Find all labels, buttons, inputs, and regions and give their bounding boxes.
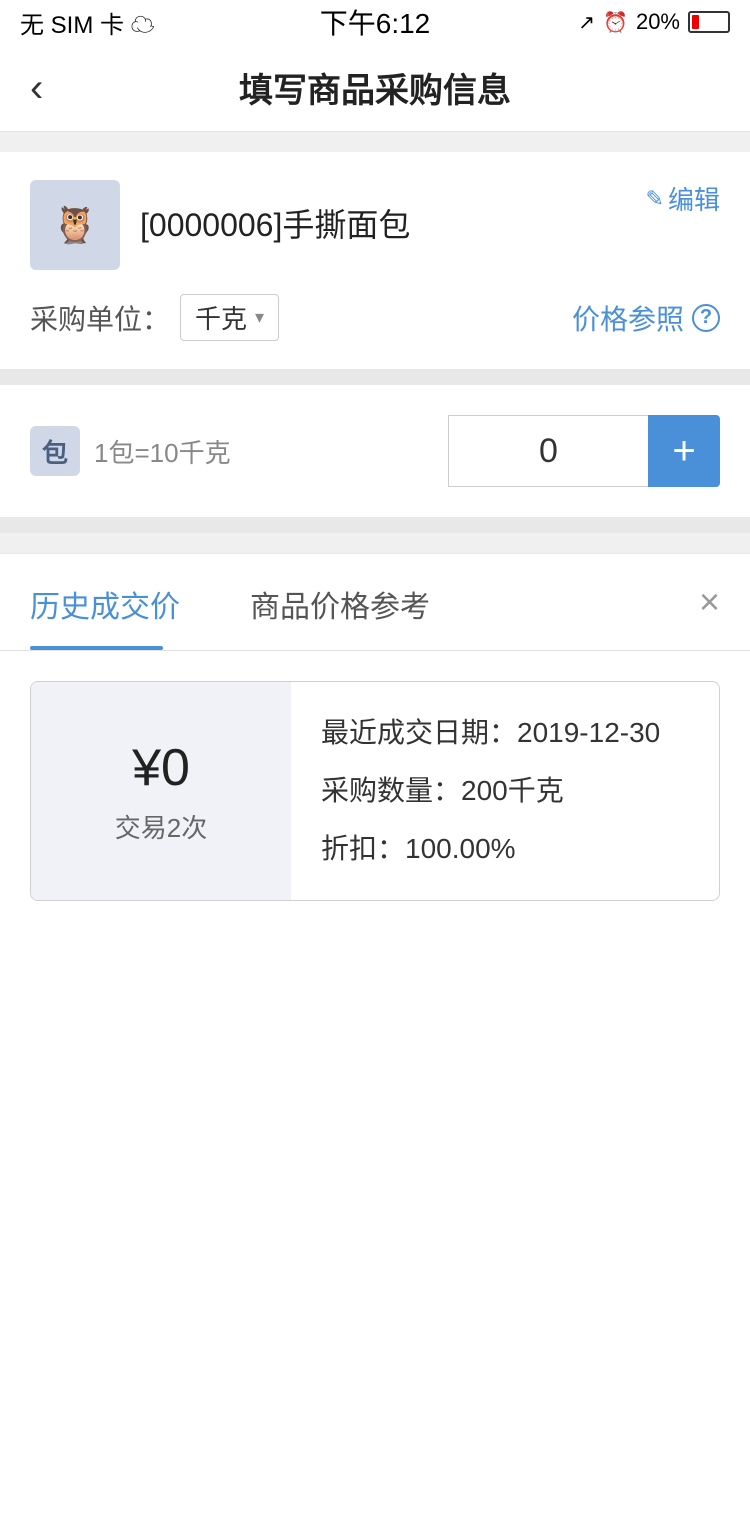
tab-close-button[interactable]: × (699, 584, 720, 620)
qty-controls: + (448, 415, 720, 487)
price-ref-label: 价格参照 (572, 298, 684, 338)
detail-qty-row: 采购数量：200千克 (321, 770, 689, 812)
product-thumbnail: 🦉 (30, 180, 120, 270)
unit-dropdown-arrow-icon: ▾ (255, 307, 264, 328)
qty-unit-text: 包 (42, 433, 68, 470)
status-right: ↗ ⏰ 20% (578, 9, 730, 35)
bottom-area (0, 931, 750, 1531)
status-time: 下午6:12 (320, 2, 431, 42)
discount-label: 折扣： (321, 833, 405, 864)
product-card: 🦉 [0000006]手撕面包 ✎ 编辑 采购单位： 千克 ▾ 价格参照 ? (0, 152, 750, 369)
history-price-card: ¥0 交易2次 最近成交日期：2019-12-30 采购数量：200千克 折扣：… (30, 681, 720, 901)
history-price-left: ¥0 交易2次 (31, 682, 291, 900)
price-number: 0 (161, 739, 190, 797)
tab-history-price-label: 历史成交价 (30, 591, 180, 624)
battery-percent: 20% (636, 9, 680, 35)
edit-icon: ✎ (646, 186, 664, 212)
alarm-icon: ⏰ (603, 10, 628, 35)
location-icon: ↗ (578, 10, 595, 35)
product-left: 🦉 [0000006]手撕面包 (30, 180, 410, 270)
edit-label: 编辑 (668, 180, 720, 217)
status-left: 无 SIM 卡 ☁ (20, 5, 155, 40)
discount-value: 100.00% (405, 833, 516, 864)
detail-date-row: 最近成交日期：2019-12-30 (321, 712, 689, 754)
qty-plus-button[interactable]: + (648, 415, 720, 487)
back-button[interactable]: ‹ (30, 68, 43, 108)
nav-bar: ‹ 填写商品采购信息 (0, 44, 750, 132)
qty-label: 采购数量： (321, 775, 461, 806)
date-value: 2019-12-30 (517, 717, 660, 748)
product-name: [0000006]手撕面包 (140, 203, 410, 248)
section-divider (0, 369, 750, 385)
battery-icon (688, 11, 730, 33)
plus-icon: + (672, 429, 695, 474)
tabs-header: 历史成交价 商品价格参考 × (0, 554, 750, 651)
tab-product-price-ref-label: 商品价格参考 (250, 591, 430, 624)
tab-product-price-ref[interactable]: 商品价格参考 (250, 554, 470, 650)
section-divider-2 (0, 517, 750, 533)
unit-value: 千克 (195, 299, 247, 336)
detail-discount-row: 折扣：100.00% (321, 828, 689, 870)
tab-history-price[interactable]: 历史成交价 (30, 554, 220, 650)
history-price-right: 最近成交日期：2019-12-30 采购数量：200千克 折扣：100.00% (291, 682, 719, 900)
unit-label: 采购单位： (30, 298, 170, 338)
date-label: 最近成交日期： (321, 717, 517, 748)
sim-label: 无 SIM 卡 ☁ (20, 5, 155, 40)
qty-unit-label: 包 1包=10千克 (30, 426, 231, 476)
qty-unit-box: 包 (30, 426, 80, 476)
qty-input[interactable] (448, 415, 648, 487)
tabs-section: 历史成交价 商品价格参考 × ¥0 交易2次 最近成交日期：2019-12-30… (0, 553, 750, 931)
history-transactions: 交易2次 (115, 808, 207, 845)
price-ref-button[interactable]: 价格参照 ? (572, 298, 720, 338)
currency-symbol: ¥ (132, 739, 161, 797)
page-title: 填写商品采购信息 (239, 63, 511, 112)
product-logo-icon: 🦉 (53, 204, 98, 246)
price-ref-question-icon: ? (692, 304, 720, 332)
history-price-value: ¥0 (132, 737, 190, 799)
quantity-row: 包 1包=10千克 + (0, 385, 750, 517)
edit-button[interactable]: ✎ 编辑 (646, 180, 720, 217)
tabs-content: ¥0 交易2次 最近成交日期：2019-12-30 采购数量：200千克 折扣：… (0, 651, 750, 931)
qty-value: 200千克 (461, 775, 564, 806)
status-bar: 无 SIM 卡 ☁ 下午6:12 ↗ ⏰ 20% (0, 0, 750, 44)
unit-row-left: 采购单位： 千克 ▾ (30, 294, 279, 341)
qty-sub-label: 1包=10千克 (94, 433, 231, 470)
unit-selector[interactable]: 千克 ▾ (180, 294, 279, 341)
